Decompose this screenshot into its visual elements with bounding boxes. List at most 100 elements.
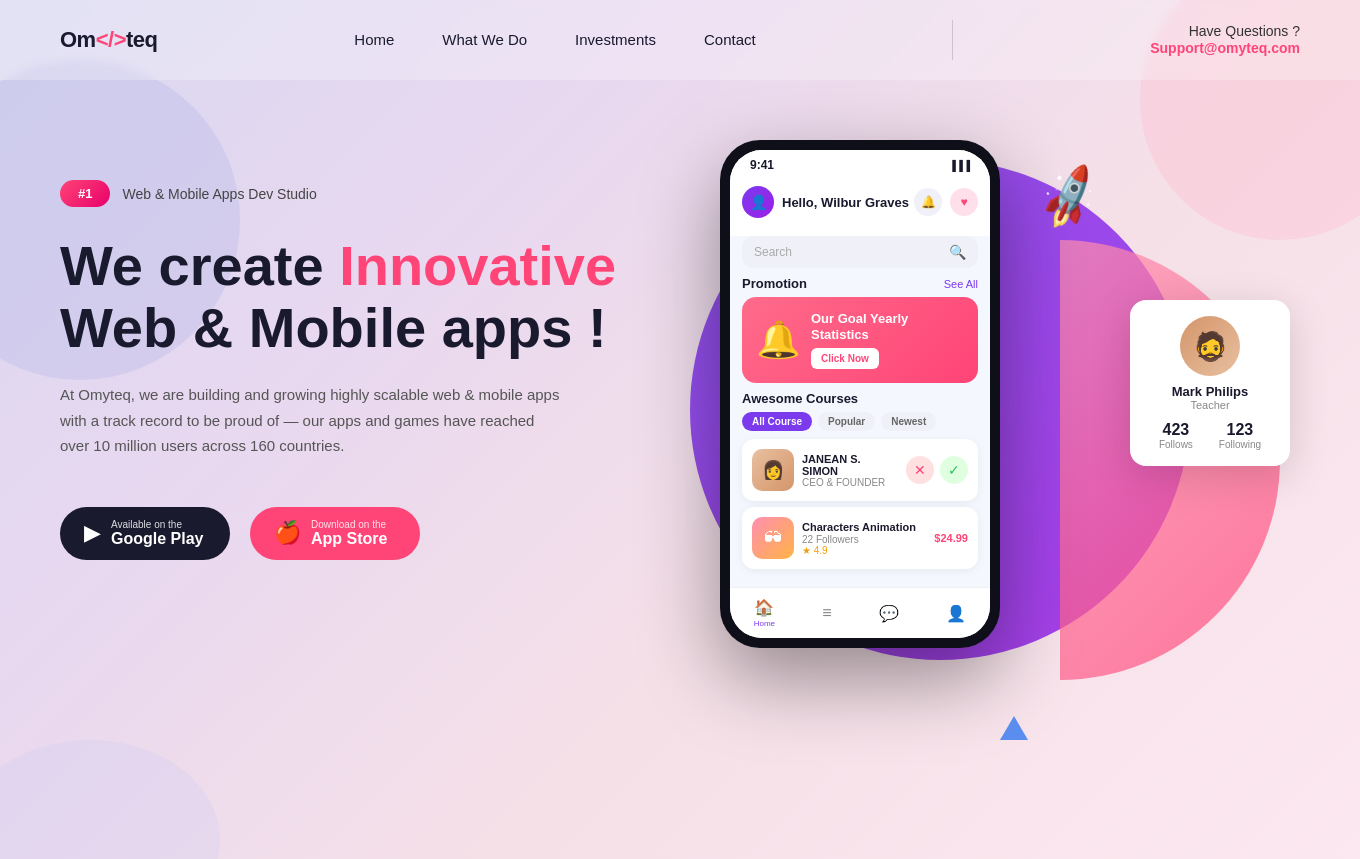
phone-course-info: Characters Animation 22 Followers ★ 4.9 — [802, 521, 934, 556]
notification-icon-btn[interactable]: 🔔 — [914, 188, 942, 216]
phone-course-card: 🕶 Characters Animation 22 Followers ★ 4.… — [742, 507, 978, 569]
google-play-button[interactable]: ▶ Available on the Google Play — [60, 507, 230, 560]
phone-nav-home[interactable]: 🏠 Home — [754, 598, 775, 628]
float-card-avatar: 🧔 — [1180, 316, 1240, 376]
phone-course-followers: 22 Followers — [802, 534, 934, 545]
hero-badge: #1 Web & Mobile Apps Dev Studio — [60, 180, 317, 207]
nav-contact: Have Questions ? Support@omyteq.com — [1150, 23, 1300, 57]
phone-inner: 9:41 ▐▐▐ 👤 Hello, Wilbur Graves 🔔 ♥ — [730, 150, 990, 638]
phone-search-bar[interactable]: Search 🔍 — [742, 236, 978, 268]
nav-item-contact[interactable]: Contact — [704, 31, 756, 49]
phone-promo-title-text: Our Goal Yearly Statistics — [811, 311, 964, 342]
home-nav-icon: 🏠 — [754, 598, 774, 617]
phone-course-name: Characters Animation — [802, 521, 934, 534]
nav-link-contact[interactable]: Contact — [704, 31, 756, 48]
phone-status-icons: ▐▐▐ — [949, 160, 970, 171]
heart-icon-btn[interactable]: ♥ — [950, 188, 978, 216]
phone-bell-emoji: 🔔 — [756, 319, 801, 361]
phone-nav-chat[interactable]: 💬 — [879, 604, 899, 623]
chat-nav-icon: 💬 — [879, 604, 899, 623]
home-nav-label: Home — [754, 619, 775, 628]
phone-course-rating: ★ 4.9 — [802, 545, 934, 556]
phone-outer: 9:41 ▐▐▐ 👤 Hello, Wilbur Graves 🔔 ♥ — [720, 140, 1000, 648]
float-follows-label: Follows — [1159, 439, 1193, 450]
phone-time: 9:41 — [750, 158, 774, 172]
phone-search-placeholder: Search — [754, 245, 941, 259]
badge-pill: #1 — [60, 180, 110, 207]
google-play-label: Available on the Google Play — [111, 519, 203, 548]
nav-divider — [952, 20, 953, 60]
phone-bottom-nav: 🏠 Home ≡ 💬 👤 — [730, 587, 990, 638]
tab-newest[interactable]: Newest — [881, 412, 936, 431]
float-stat-following: 123 Following — [1219, 421, 1261, 450]
nav-item-investments[interactable]: Investments — [575, 31, 656, 49]
hero-heading-highlight: Innovative — [339, 234, 616, 297]
hero-heading-part1: We create — [60, 234, 339, 297]
phone-janean-info: JANEAN S. SIMON CEO & FOUNDER — [802, 453, 898, 488]
signal-icon: ▐▐▐ — [949, 160, 970, 171]
phone-promo-btn[interactable]: Click Now — [811, 348, 879, 369]
hero-left: #1 Web & Mobile Apps Dev Studio We creat… — [60, 140, 640, 560]
float-card-name: Mark Philips — [1146, 384, 1274, 399]
phone-courses-section: Awesome Courses All Course Popular Newes… — [742, 391, 978, 431]
hero-heading: We create Innovative Web & Mobile apps ! — [60, 235, 640, 358]
phone-greeting: Hello, Wilbur Graves — [782, 195, 914, 210]
phone-user-avatar: 👤 — [742, 186, 774, 218]
phone-mockup: 9:41 ▐▐▐ 👤 Hello, Wilbur Graves 🔔 ♥ — [720, 140, 1000, 648]
logo-bracket-close: > — [114, 27, 126, 53]
nav-links: Home What We Do Investments Contact — [354, 31, 755, 49]
phone-promo-card: 🔔 Our Goal Yearly Statistics Click Now — [742, 297, 978, 383]
phone-see-all[interactable]: See All — [944, 278, 978, 290]
profile-nav-icon: 👤 — [946, 604, 966, 623]
triangle-decoration — [1000, 716, 1028, 740]
navbar: Om</>teq Home What We Do Investments Con… — [0, 0, 1360, 80]
logo: Om</>teq — [60, 27, 158, 53]
phone-courses-title: Awesome Courses — [742, 391, 978, 406]
nav-item-home[interactable]: Home — [354, 31, 394, 49]
hero-right: 🚀 9:41 ▐▐▐ 👤 Hello, Wilbur Gr — [640, 140, 1300, 859]
float-following-label: Following — [1219, 439, 1261, 450]
nav-link-what-we-do[interactable]: What We Do — [442, 31, 527, 48]
logo-text-om: Om — [60, 27, 96, 53]
phone-course-tabs: All Course Popular Newest — [742, 412, 978, 431]
tab-all-course[interactable]: All Course — [742, 412, 812, 431]
hero-heading-part2: Web & Mobile apps ! — [60, 296, 607, 359]
nav-link-home[interactable]: Home — [354, 31, 394, 48]
hero-description: At Omyteq, we are building and growing h… — [60, 382, 560, 459]
google-play-icon: ▶ — [84, 520, 101, 546]
logo-bracket-open: < — [96, 27, 108, 53]
phone-course-avatar: 🕶 — [752, 517, 794, 559]
float-card-role: Teacher — [1146, 399, 1274, 411]
phone-janean-avatar: 👩 — [752, 449, 794, 491]
phone-janean-actions: ✕ ✓ — [906, 456, 968, 484]
phone-promotion-title: Promotion — [742, 276, 807, 291]
nav-contact-email[interactable]: Support@omyteq.com — [1150, 40, 1300, 56]
tab-popular[interactable]: Popular — [818, 412, 875, 431]
accept-button[interactable]: ✓ — [940, 456, 968, 484]
app-store-button[interactable]: 🍎 Download on the App Store — [250, 507, 420, 560]
nav-contact-question: Have Questions ? — [1150, 23, 1300, 39]
phone-janean-name: JANEAN S. SIMON — [802, 453, 898, 477]
phone-header-icons: 🔔 ♥ — [914, 188, 978, 216]
float-following-count: 123 — [1219, 421, 1261, 439]
reject-button[interactable]: ✕ — [906, 456, 934, 484]
phone-course-price: $24.99 — [934, 532, 968, 544]
phone-search-icon: 🔍 — [949, 244, 966, 260]
app-store-label: Download on the App Store — [311, 519, 387, 548]
phone-promo-text: Our Goal Yearly Statistics Click Now — [811, 311, 964, 369]
hero-buttons: ▶ Available on the Google Play 🍎 Downloa… — [60, 507, 640, 560]
phone-content: Search 🔍 Promotion See All 🔔 Ou — [730, 236, 990, 587]
phone-janean-card: 👩 JANEAN S. SIMON CEO & FOUNDER ✕ ✓ — [742, 439, 978, 501]
float-follows-count: 423 — [1159, 421, 1193, 439]
phone-promotion-header: Promotion See All — [742, 276, 978, 291]
phone-nav-profile[interactable]: 👤 — [946, 604, 966, 623]
nav-link-investments[interactable]: Investments — [575, 31, 656, 48]
list-nav-icon: ≡ — [822, 604, 831, 622]
logo-text-teq: teq — [126, 27, 158, 53]
phone-nav-list[interactable]: ≡ — [822, 604, 831, 622]
phone-janean-role: CEO & FOUNDER — [802, 477, 898, 488]
hero-section: #1 Web & Mobile Apps Dev Studio We creat… — [0, 80, 1360, 859]
float-card-stats: 423 Follows 123 Following — [1146, 421, 1274, 450]
nav-item-what-we-do[interactable]: What We Do — [442, 31, 527, 49]
phone-header: 👤 Hello, Wilbur Graves 🔔 ♥ — [730, 176, 990, 228]
